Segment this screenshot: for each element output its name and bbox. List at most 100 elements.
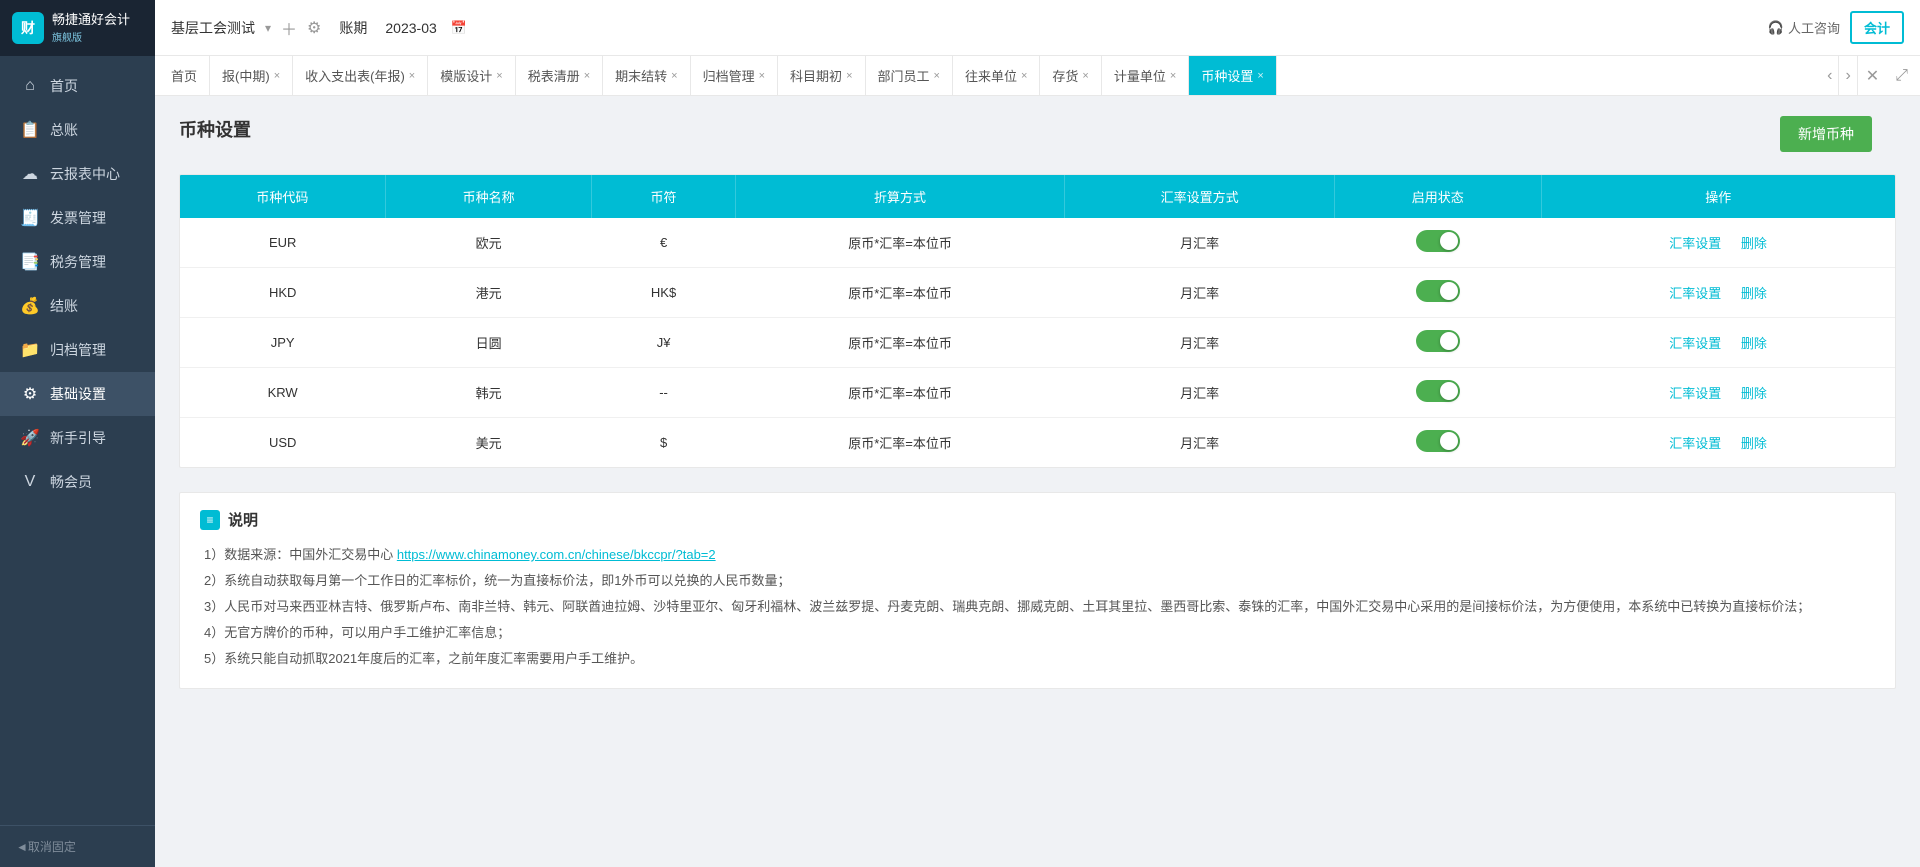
sidebar-item-settings[interactable]: ⚙基础设置 [0,372,155,416]
delete-link-1[interactable]: 删除 [1741,286,1767,301]
topbar: 基层工会测试 ▾ ＋ ⚙ 账期 2023-03 📅 🎧 人工咨询 会计 [155,0,1920,56]
toggle-1[interactable] [1416,280,1460,302]
tab-period[interactable]: 报(中期) × [210,56,293,96]
main-area: 基层工会测试 ▾ ＋ ⚙ 账期 2023-03 📅 🎧 人工咨询 会计 首页报(… [155,0,1920,867]
sidebar-item-reports[interactable]: ☁云报表中心 [0,152,155,196]
cell-0-1: 欧元 [385,218,592,268]
rate-settings-link-3[interactable]: 汇率设置 [1669,386,1721,401]
cell-3-1: 韩元 [385,368,592,418]
notes-list: 1）数据来源：中国外汇交易中心 https://www.chinamoney.c… [200,542,1875,672]
cell-1-3: 原币*汇率=本位币 [735,268,1065,318]
tab-period-end[interactable]: 期末结转 × [603,56,690,96]
toggle-thumb-3 [1440,382,1458,400]
nav-label-invoice: 发票管理 [50,208,106,228]
notes-title-text: 说明 [228,509,258,530]
currency-table: 币种代码币种名称币符折算方式汇率设置方式启用状态操作 EUR欧元€原币*汇率=本… [180,175,1895,467]
tab-close-template[interactable]: × [496,70,502,82]
tab-annual[interactable]: 收入支出表(年报) × [293,56,428,96]
actions-cell-2: 汇率设置 删除 [1541,318,1895,368]
content-header: 币种设置 新增币种 [179,116,1896,158]
dropdown-arrow-icon[interactable]: ▾ [265,21,271,35]
toggle-4[interactable] [1416,430,1460,452]
tab-subject[interactable]: 科目期初 × [778,56,865,96]
sidebar-item-checkout[interactable]: 💰结账 [0,284,155,328]
nav-icon-member: V [20,473,40,491]
tab-inventory[interactable]: 存货 × [1040,56,1101,96]
sidebar-footer[interactable]: ◄取消固定 [0,825,155,867]
period-label: 账期 [339,18,367,38]
sidebar-item-tax[interactable]: 📑税务管理 [0,240,155,284]
tab-close-archive[interactable]: × [759,70,765,82]
rate-settings-link-4[interactable]: 汇率设置 [1669,436,1721,451]
tab-currency[interactable]: 币种设置 × [1189,56,1276,96]
calendar-icon[interactable]: 📅 [451,20,467,36]
tab-template[interactable]: 模版设计 × [428,56,515,96]
note-item-2: 3）人民币对马来西亚林吉特、俄罗斯卢布、南非兰特、韩元、阿联酋迪拉姆、沙特里亚尔… [200,594,1875,620]
th-币种代码: 币种代码 [180,175,385,218]
nav-icon-archive: 📁 [20,340,40,360]
note-item-4: 5）系统只能自动抓取2021年度后的汇率，之前年度汇率需要用户手工维护。 [200,646,1875,672]
tab-close-period-end[interactable]: × [671,70,677,82]
add-currency-button[interactable]: 新增币种 [1780,116,1872,152]
tab-partner[interactable]: 往来单位 × [953,56,1040,96]
sidebar-item-invoice[interactable]: 🧾发票管理 [0,196,155,240]
tab-archive[interactable]: 归档管理 × [691,56,778,96]
toggle-cell-3 [1335,368,1542,418]
tab-unit[interactable]: 计量单位 × [1102,56,1189,96]
toggle-2[interactable] [1416,330,1460,352]
close-all-tabs-button[interactable]: ✕ [1858,56,1887,96]
tab-close-annual[interactable]: × [409,70,415,82]
tab-close-partner[interactable]: × [1021,70,1027,82]
tab-close-unit[interactable]: × [1170,70,1176,82]
add-tab-icon[interactable]: ＋ [281,16,297,40]
sidebar-item-guide[interactable]: 🚀新手引导 [0,416,155,460]
tab-close-tax[interactable]: × [584,70,590,82]
delete-link-3[interactable]: 删除 [1741,386,1767,401]
rate-settings-link-1[interactable]: 汇率设置 [1669,286,1721,301]
sidebar-item-archive[interactable]: 📁归档管理 [0,328,155,372]
tab-home[interactable]: 首页 [159,56,210,96]
toggle-3[interactable] [1416,380,1460,402]
table-row: KRW韩元--原币*汇率=本位币月汇率 汇率设置 删除 [180,368,1895,418]
sidebar-item-member[interactable]: V 畅会员 [0,460,155,504]
tab-close-inventory[interactable]: × [1082,70,1088,82]
logo-icon: 财 [12,12,44,44]
actions-cell-1: 汇率设置 删除 [1541,268,1895,318]
nav-label-member: 畅会员 [50,472,92,492]
headset-icon: 🎧 [1768,20,1784,36]
tab-prev-button[interactable]: ‹ [1821,56,1839,96]
th-启用状态: 启用状态 [1335,175,1542,218]
tab-label-period: 报(中期) [222,66,270,85]
service-button[interactable]: 🎧 人工咨询 [1768,18,1840,37]
tab-dept[interactable]: 部门员工 × [866,56,953,96]
sidebar-item-ledger[interactable]: 📋总账 [0,108,155,152]
nav-icon-guide: 🚀 [20,428,40,448]
content-area: 币种设置 新增币种 币种代码币种名称币符折算方式汇率设置方式启用状态操作 EUR… [155,96,1920,867]
rate-settings-link-0[interactable]: 汇率设置 [1669,236,1721,251]
toggle-0[interactable] [1416,230,1460,252]
rate-settings-link-2[interactable]: 汇率设置 [1669,336,1721,351]
delete-link-2[interactable]: 删除 [1741,336,1767,351]
sidebar-item-home[interactable]: ⌂首页 [0,64,155,108]
delete-link-4[interactable]: 删除 [1741,436,1767,451]
cell-3-2: -- [592,368,735,418]
cell-2-0: JPY [180,318,385,368]
delete-link-0[interactable]: 删除 [1741,236,1767,251]
sidebar-nav: ⌂首页📋总账☁云报表中心🧾发票管理📑税务管理💰结账📁归档管理⚙基础设置🚀新手引导… [0,56,155,825]
tab-label-home: 首页 [171,66,197,85]
tab-next-button[interactable]: › [1839,56,1857,96]
settings-icon[interactable]: ⚙ [307,18,321,38]
tab-close-subject[interactable]: × [846,70,852,82]
user-role-button[interactable]: 会计 [1850,11,1904,44]
expand-button[interactable]: ⤢ [1887,56,1916,96]
th-操作: 操作 [1541,175,1895,218]
tab-tax[interactable]: 税表清册 × [516,56,603,96]
tab-close-period[interactable]: × [274,70,280,82]
cell-0-0: EUR [180,218,385,268]
nav-icon-settings: ⚙ [20,384,40,404]
nav-icon-checkout: 💰 [20,296,40,316]
tab-close-currency[interactable]: × [1257,70,1263,82]
tab-label-partner: 往来单位 [965,66,1017,85]
tab-close-dept[interactable]: × [934,70,940,82]
notes-link[interactable]: https://www.chinamoney.com.cn/chinese/bk… [397,547,716,562]
